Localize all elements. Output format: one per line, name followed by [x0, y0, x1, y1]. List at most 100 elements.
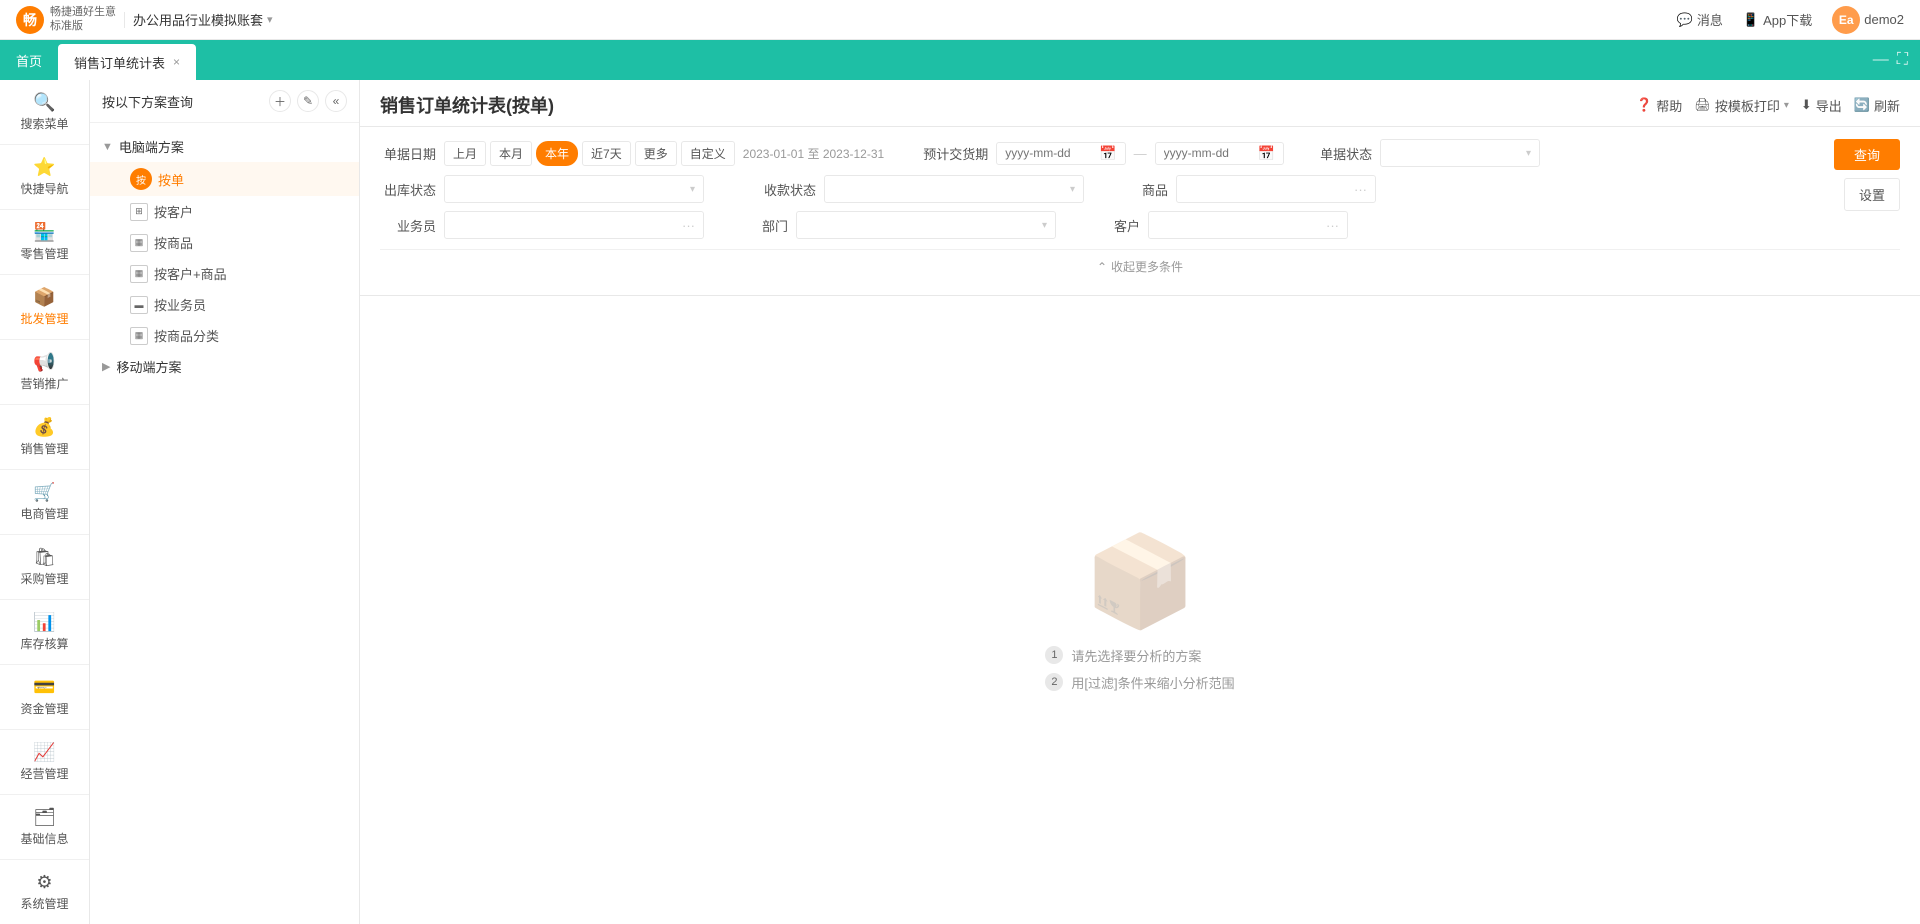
topbar-title[interactable]: 办公用品行业模拟账套 ▾ — [133, 10, 273, 29]
left-panel-header-actions: ＋ ✎ « — [269, 90, 347, 112]
scheme-tree: ▼ 电脑端方案 按 按单 ⊞ 按客户 ▦ — [90, 123, 359, 390]
logo-icon: 畅 — [16, 6, 44, 34]
topbar-left: 畅 畅捷通好生意 标准版 办公用品行业模拟账套 ▾ — [16, 6, 273, 34]
sidebar-item-operations[interactable]: 📈 经营管理 — [0, 730, 89, 795]
tree-item-by-customer-goods-label: 按客户+商品 — [154, 264, 227, 283]
sidebar-item-purchase[interactable]: 🛍 采购管理 — [0, 535, 89, 600]
template-print-link[interactable]: 🖨 按模板打印 ▾ — [1694, 96, 1789, 115]
add-scheme-button[interactable]: ＋ — [269, 90, 291, 112]
sidebar-item-marketing[interactable]: 📢 营销推广 — [0, 340, 89, 405]
sidebar-item-wholesale[interactable]: 📦 批发管理 — [0, 275, 89, 340]
date-btn-more[interactable]: 更多 — [635, 141, 677, 166]
sidebar-item-shortcut[interactable]: ⭐ 快捷导航 — [0, 145, 89, 210]
sidebar-item-basics[interactable]: 🗂 基础信息 — [0, 795, 89, 860]
tree-item-by-goods-category[interactable]: ▦ 按商品分类 — [90, 320, 359, 351]
sidebar-item-inventory[interactable]: 📊 库存核算 — [0, 600, 89, 665]
collapse-panel-button[interactable]: « — [325, 90, 347, 112]
goods-dots[interactable]: ··· — [1354, 182, 1367, 197]
goods-label: 商品 — [1140, 180, 1168, 199]
tab-maximize-icon[interactable]: ⛶ — [1897, 51, 1908, 69]
calendar-end-icon: 📅 — [1258, 145, 1275, 162]
checkout-status-label: 出库状态 — [380, 180, 436, 199]
receipt-status-select[interactable]: ▾ — [824, 175, 1084, 203]
tree-item-by-goods-category-label: 按商品分类 — [154, 326, 219, 345]
tree-group-mobile: ▶ 移动端方案 — [90, 351, 359, 382]
salesperson-input-wrap[interactable]: ··· — [444, 211, 704, 239]
empty-hint-item-2: 2 用[过滤]条件来缩小分析范围 — [1045, 673, 1234, 692]
by-customer-icon: ⊞ — [130, 203, 148, 221]
edit-scheme-button[interactable]: ✎ — [297, 90, 319, 112]
collapse-bar[interactable]: ⌃ 收起更多条件 — [380, 249, 1900, 283]
main-content: 按以下方案查询 ＋ ✎ « ▼ 电脑端方案 按 按单 — [90, 80, 1920, 924]
sidebar-item-search[interactable]: 🔍 搜索菜单 — [0, 80, 89, 145]
tree-item-by-salesperson[interactable]: ▬ 按业务员 — [90, 289, 359, 320]
delivery-date-end-input[interactable] — [1164, 146, 1254, 160]
bill-status-select[interactable]: ▾ — [1380, 139, 1540, 167]
phone-icon: 📱 — [1743, 12, 1759, 28]
tab-home[interactable]: 首页 — [0, 40, 58, 80]
tree-item-by-order-label: 按单 — [158, 170, 184, 189]
date-btn-last-7-days[interactable]: 近7天 — [582, 141, 631, 166]
left-panel-header: 按以下方案查询 ＋ ✎ « — [90, 80, 359, 123]
avatar: Ea — [1832, 6, 1860, 34]
sidebar-item-system[interactable]: ⚙ 系统管理 — [0, 860, 89, 924]
customer-label: 客户 — [1112, 216, 1140, 235]
by-goods-icon: ▦ — [130, 234, 148, 252]
tab-close-icon[interactable]: × — [173, 55, 180, 69]
tree-group-mobile-label: 移动端方案 — [116, 357, 181, 376]
tab-sales-order-stats[interactable]: 销售订单统计表 × — [58, 44, 196, 80]
settings-button[interactable]: 设置 — [1844, 178, 1900, 211]
date-btn-custom[interactable]: 自定义 — [681, 141, 735, 166]
bill-status-arrow-icon: ▾ — [1526, 148, 1531, 159]
hint-num-2: 2 — [1045, 673, 1063, 691]
message-action[interactable]: 💬 消息 — [1677, 10, 1723, 29]
retail-icon: 🏪 — [33, 222, 55, 243]
date-btn-this-month[interactable]: 本月 — [490, 141, 532, 166]
dropdown-arrow-icon[interactable]: ▾ — [267, 13, 273, 26]
tabbar-actions: — ⛶ — [1873, 51, 1920, 69]
refresh-icon: 🔄 — [1854, 97, 1870, 113]
date-quick-buttons: 上月 本月 本年 近7天 更多 自定义 — [444, 141, 735, 166]
salesperson-dots[interactable]: ··· — [682, 218, 695, 233]
tree-item-by-goods[interactable]: ▦ 按商品 — [90, 227, 359, 258]
tree-item-by-customer[interactable]: ⊞ 按客户 — [90, 196, 359, 227]
page-title: 销售订单统计表(按单) — [380, 92, 554, 118]
tree-item-by-customer-goods[interactable]: ▦ 按客户+商品 — [90, 258, 359, 289]
date-range-display: 2023-01-01 至 2023-12-31 — [743, 145, 884, 162]
refresh-link[interactable]: 🔄 刷新 — [1854, 96, 1900, 115]
help-link[interactable]: ❓ 帮助 — [1636, 96, 1682, 115]
search-icon: 🔍 — [33, 92, 55, 113]
tab-minimize-icon[interactable]: — — [1873, 51, 1889, 69]
department-select[interactable]: ▾ — [796, 211, 1056, 239]
sidebar-item-sales[interactable]: 💰 销售管理 — [0, 405, 89, 470]
tree-group-pc: ▼ 电脑端方案 按 按单 ⊞ 按客户 ▦ — [90, 131, 359, 351]
tree-item-by-customer-label: 按客户 — [154, 202, 193, 221]
app-download-action[interactable]: 📱 App下载 — [1743, 10, 1812, 29]
print-dropdown-icon[interactable]: ▾ — [1784, 100, 1789, 111]
date-label: 单据日期 — [380, 144, 436, 163]
sidebar-item-ecommerce[interactable]: 🛒 电商管理 — [0, 470, 89, 535]
expected-delivery-label: 预计交货期 — [916, 144, 988, 163]
date-btn-this-year[interactable]: 本年 — [536, 141, 578, 166]
sidebar-item-retail[interactable]: 🏪 零售管理 — [0, 210, 89, 275]
sidebar-item-finance[interactable]: 💳 资金管理 — [0, 665, 89, 730]
date-btn-last-month[interactable]: 上月 — [444, 141, 486, 166]
tree-item-by-order[interactable]: 按 按单 — [90, 162, 359, 196]
delivery-date-start-input[interactable] — [1005, 146, 1095, 160]
page-header: 销售订单统计表(按单) ❓ 帮助 🖨 按模板打印 ▾ ⬇ 导出 — [360, 80, 1920, 127]
user-action[interactable]: Ea demo2 — [1832, 6, 1904, 34]
by-salesperson-icon: ▬ — [130, 296, 148, 314]
tree-group-mobile-header[interactable]: ▶ 移动端方案 — [90, 351, 359, 382]
tree-group-pc-header[interactable]: ▼ 电脑端方案 — [90, 131, 359, 162]
ecommerce-icon: 🛒 — [33, 482, 55, 503]
marketing-icon: 📢 — [33, 352, 55, 373]
customer-dots[interactable]: ··· — [1326, 218, 1339, 233]
delivery-date-end-wrap[interactable]: 📅 — [1155, 142, 1284, 165]
export-link[interactable]: ⬇ 导出 — [1801, 96, 1842, 115]
left-panel-title: 按以下方案查询 — [102, 92, 193, 111]
delivery-date-start-wrap[interactable]: 📅 — [996, 142, 1125, 165]
customer-input-wrap[interactable]: ··· — [1148, 211, 1348, 239]
query-button[interactable]: 查询 — [1834, 139, 1900, 170]
checkout-status-select[interactable]: ▾ — [444, 175, 704, 203]
goods-input-wrap[interactable]: ··· — [1176, 175, 1376, 203]
